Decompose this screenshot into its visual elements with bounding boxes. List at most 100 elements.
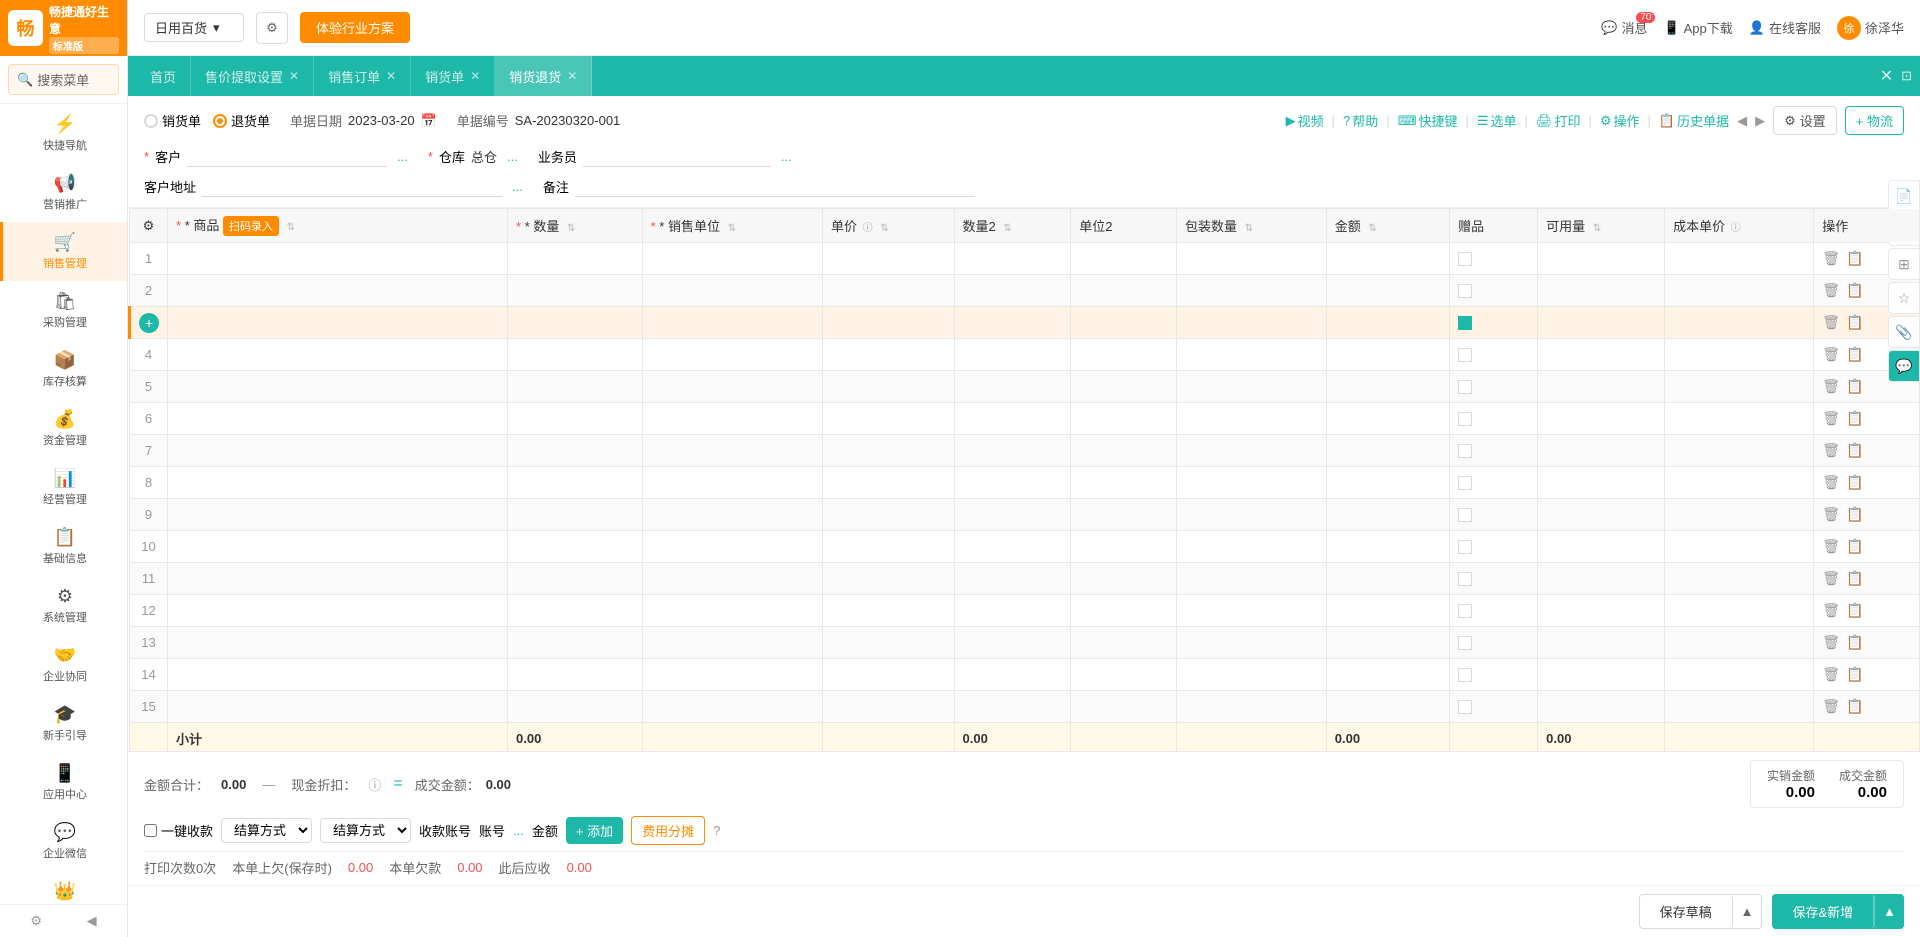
address-input[interactable] [202,175,502,197]
cost-cell-1[interactable] [1665,243,1814,275]
delete-row-8-icon[interactable]: 🗑 [1822,474,1840,491]
cost-cell-12[interactable] [1665,595,1814,627]
gift-cell-11[interactable] [1450,563,1538,595]
pkg-cell-14[interactable] [1176,659,1326,691]
qty2-cell-6[interactable] [954,403,1071,435]
pkg-cell-7[interactable] [1176,435,1326,467]
cost-cell-7[interactable] [1665,435,1814,467]
delete-row-13-icon[interactable]: 🗑 [1822,634,1840,651]
gift-checkbox-2[interactable] [1458,284,1472,298]
price-cell-11[interactable] [822,563,954,595]
save-draft-chevron[interactable]: ▲ [1733,895,1762,928]
available-cell-4[interactable] [1538,339,1665,371]
available-cell-5[interactable] [1538,371,1665,403]
product-cell-7[interactable] [168,435,508,467]
product-cell-14[interactable] [168,659,508,691]
delete-row-1-icon[interactable]: 🗑 [1822,250,1840,267]
tab-home[interactable]: 首页 [136,56,191,96]
video-btn[interactable]: ▶ 视频 [1286,111,1324,130]
price-cell-8[interactable] [822,467,954,499]
amount-cell-1[interactable] [1326,243,1449,275]
delete-row-4-icon[interactable]: 🗑 [1822,346,1840,363]
settings-gear-button[interactable]: ⚙ [256,12,288,44]
price-cell-9[interactable] [822,499,954,531]
sidebar-item-marketing[interactable]: 📢 营销推广 [0,163,127,222]
sidebar-collapse-icon[interactable]: ◀ [87,913,97,929]
qty-cell-5[interactable] [508,371,643,403]
one-click-pay-checkbox[interactable]: 一键收款 [144,821,213,840]
pkg-cell-13[interactable] [1176,627,1326,659]
product-cell-11[interactable] [168,563,508,595]
unit2-cell-7[interactable] [1071,435,1177,467]
gift-cell-12[interactable] [1450,595,1538,627]
sidebar-item-member[interactable]: 👑 畅会员 [0,871,127,904]
cost-cell-8[interactable] [1665,467,1814,499]
save-draft-button[interactable]: 保存草稿 [1640,895,1733,928]
amount-cell-13[interactable] [1326,627,1449,659]
product-input-3[interactable] [176,315,499,330]
product-cell-13[interactable] [168,627,508,659]
shortcut-btn[interactable]: ⌨ 快捷键 [1398,111,1458,130]
amount-cell-12[interactable] [1326,595,1449,627]
unit-cell-13[interactable] [642,627,822,659]
pkg-cell-6[interactable] [1176,403,1326,435]
delete-row-6-icon[interactable]: 🗑 [1822,410,1840,427]
tab-sales-order[interactable]: 销售订单 ✕ [314,56,411,96]
radio-return[interactable]: 退货单 [213,111,270,130]
gift-cell-14[interactable] [1450,659,1538,691]
customer-select-btn[interactable]: ... [397,149,408,164]
one-click-pay-input[interactable] [144,824,157,837]
unit-cell-4[interactable] [642,339,822,371]
available-cell-13[interactable] [1538,627,1665,659]
price-cell-7[interactable] [822,435,954,467]
staff-input[interactable] [583,145,771,167]
sidebar-item-app-center[interactable]: 📱 应用中心 [0,753,127,812]
gift-checkbox-8[interactable] [1458,476,1472,490]
unit2-cell-8[interactable] [1071,467,1177,499]
delete-row-7-icon[interactable]: 🗑 [1822,442,1840,459]
product-cell-5[interactable] [168,371,508,403]
copy-row-4-icon[interactable]: 📋 [1846,346,1863,363]
amount-cell-7[interactable] [1326,435,1449,467]
copy-row-8-icon[interactable]: 📋 [1846,474,1863,491]
gift-checkbox-4[interactable] [1458,348,1472,362]
amount-cell-2[interactable] [1326,275,1449,307]
print-btn[interactable]: 🖨 打印 [1536,111,1581,130]
cost-info-icon[interactable]: ⓘ [1731,223,1741,234]
delete-row-3-icon[interactable]: 🗑 [1822,314,1840,331]
customer-input[interactable] [187,145,387,167]
unit2-cell-6[interactable] [1071,403,1177,435]
sidebar-item-system[interactable]: ⚙ 系统管理 [0,576,127,635]
copy-row-13-icon[interactable]: 📋 [1846,634,1863,651]
gift-cell-4[interactable] [1450,339,1538,371]
app-download-button[interactable]: 📱 App下载 [1663,18,1732,37]
delete-row-14-icon[interactable]: 🗑 [1822,666,1840,683]
sidebar-item-purchase[interactable]: 🛍 采购管理 [0,281,127,340]
gift-cell-2[interactable] [1450,275,1538,307]
gift-checkbox-11[interactable] [1458,572,1472,586]
fee-split-help-icon[interactable]: ? [713,823,720,838]
unit-cell-2[interactable] [642,275,822,307]
product-cell-6[interactable] [168,403,508,435]
price-cell-2[interactable] [822,275,954,307]
qty-cell-9[interactable] [508,499,643,531]
amount-cell-6[interactable] [1326,403,1449,435]
sidebar-item-inventory[interactable]: 📦 库存核算 [0,340,127,399]
pkg-cell-11[interactable] [1176,563,1326,595]
help-btn[interactable]: ? 帮助 [1343,111,1378,130]
delete-row-2-icon[interactable]: 🗑 [1822,282,1840,299]
available-cell-11[interactable] [1538,563,1665,595]
cost-cell-11[interactable] [1665,563,1814,595]
cost-cell-4[interactable] [1665,339,1814,371]
gift-checkbox-10[interactable] [1458,540,1472,554]
gift-cell-13[interactable] [1450,627,1538,659]
message-button[interactable]: 💬 消息 70 [1601,18,1647,37]
gift-cell-15[interactable] [1450,691,1538,723]
gift-cell-6[interactable] [1450,403,1538,435]
amount-cell-14[interactable] [1326,659,1449,691]
qty-cell-4[interactable] [508,339,643,371]
search-menu-button[interactable]: 🔍 搜索菜单 [8,64,119,95]
qty-cell-3[interactable] [508,307,643,339]
account-select-btn[interactable]: ... [513,823,524,838]
sidebar-setting-icon[interactable]: ⚙ [30,913,42,929]
